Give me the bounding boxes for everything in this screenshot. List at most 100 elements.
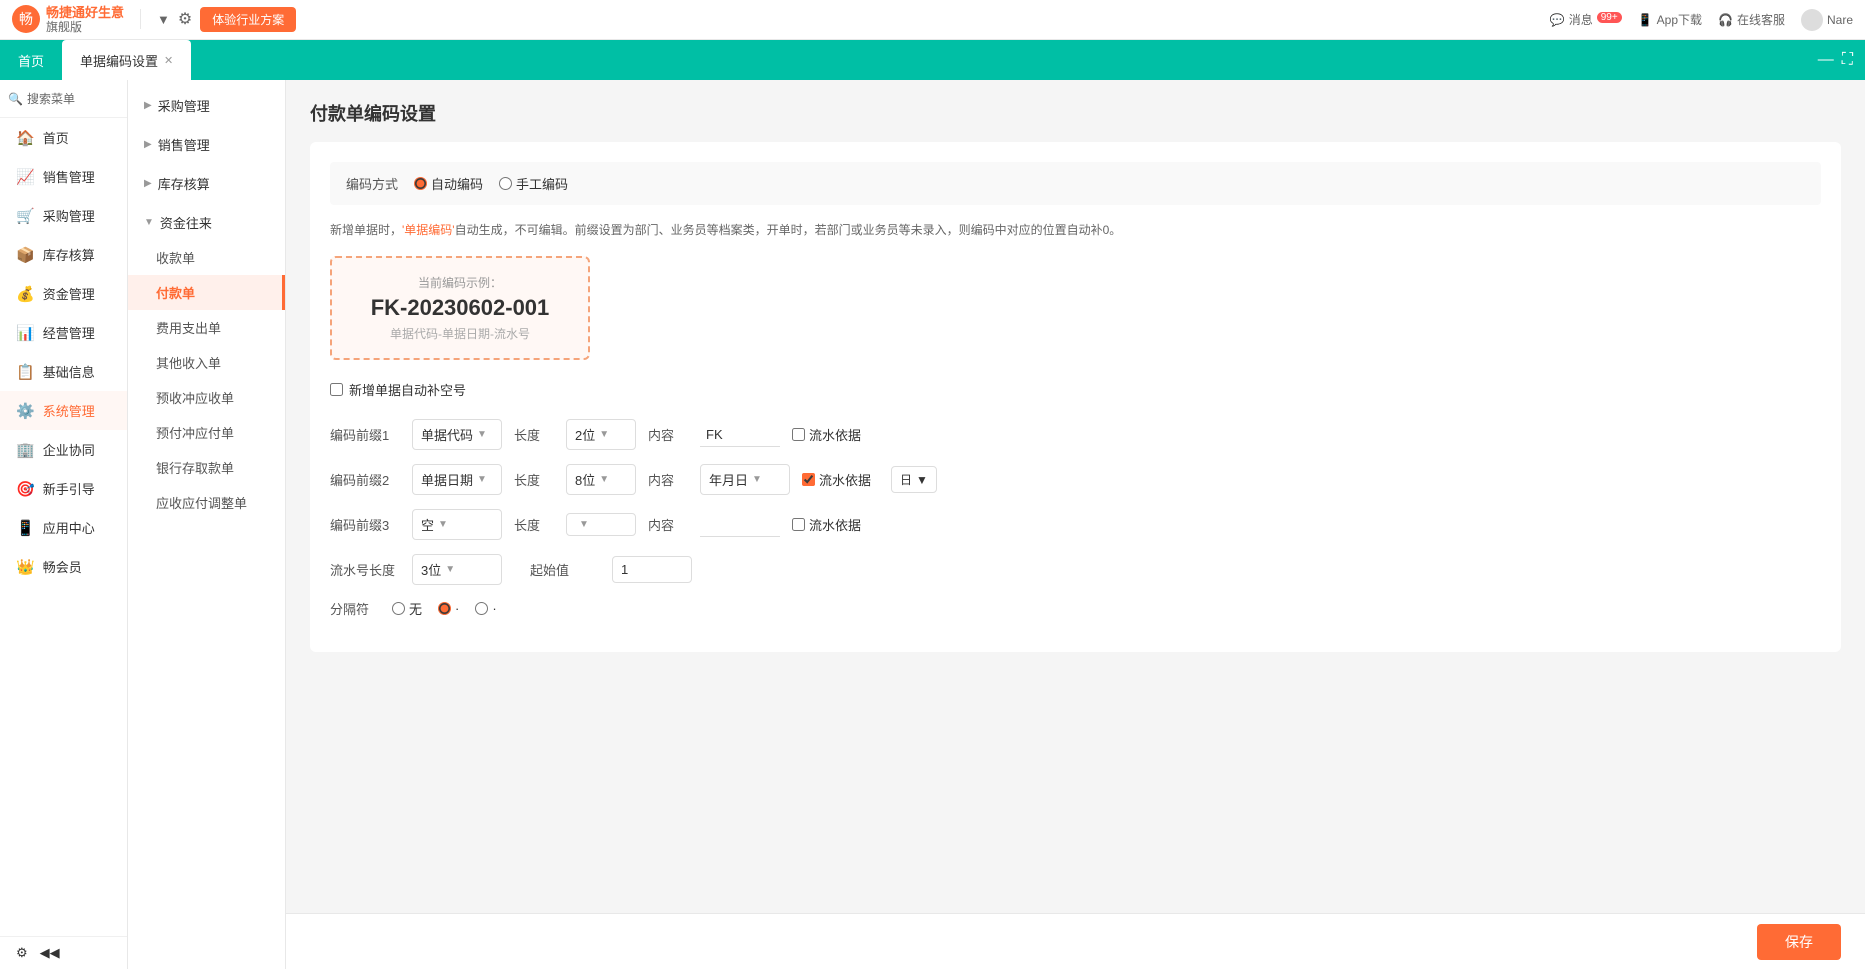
content1-input[interactable] bbox=[700, 423, 780, 447]
length1-select[interactable]: 2位 ▼ bbox=[566, 419, 636, 450]
prefix1-label: 编码前缀1 bbox=[330, 425, 400, 444]
minimize-icon[interactable]: — bbox=[1818, 51, 1834, 69]
serial-depend2[interactable]: 流水依据 bbox=[802, 470, 871, 489]
sub-item-adjustment[interactable]: 应收应付调整单 bbox=[128, 485, 285, 520]
separator-row: 分隔符 无 · · bbox=[330, 599, 1821, 618]
separator-dash-input[interactable] bbox=[438, 602, 451, 615]
info-text: 新增单据时，'单据编码'自动生成，不可编辑。前缀设置为部门、业务员等档案类，开单… bbox=[330, 221, 1821, 240]
sub-item-pre-collect[interactable]: 预收冲应收单 bbox=[128, 380, 285, 415]
inventory-icon: 📦 bbox=[16, 246, 35, 264]
sub-item-receipt[interactable]: 收款单 bbox=[128, 240, 285, 275]
start-value-label: 起始值 bbox=[530, 560, 600, 579]
sidebar-item-home[interactable]: 🏠 首页 bbox=[0, 118, 127, 157]
length3-label: 长度 bbox=[514, 515, 554, 534]
message-icon: 💬 bbox=[1550, 13, 1565, 27]
online-service-item[interactable]: 🎧 在线客服 bbox=[1718, 11, 1785, 28]
sidebar-item-basic[interactable]: 📋 基础信息 bbox=[0, 352, 127, 391]
content2-select[interactable]: 年月日 ▼ bbox=[700, 464, 790, 495]
separator-label: 分隔符 bbox=[330, 599, 380, 618]
sidebar-item-apps[interactable]: 📱 应用中心 bbox=[0, 508, 127, 547]
chevron-down-icon-5: ▼ bbox=[752, 474, 762, 485]
sidebar-item-system[interactable]: ⚙️ 系统管理 bbox=[0, 391, 127, 430]
sub-group-title-inventory[interactable]: ▶ 库存核算 bbox=[128, 166, 285, 201]
operation-icon: 📊 bbox=[16, 324, 35, 342]
day-select[interactable]: 日 ▼ bbox=[891, 466, 937, 493]
separator-dot-input[interactable] bbox=[475, 602, 488, 615]
sidebar-bottom: ⚙ ◀◀ bbox=[0, 936, 127, 969]
brand-logo: 畅 bbox=[12, 5, 40, 33]
separator-dash[interactable]: · bbox=[438, 601, 459, 616]
sidebar-search[interactable]: 🔍 搜索菜单 bbox=[0, 80, 127, 118]
serial-length-label: 流水号长度 bbox=[330, 560, 400, 579]
finance-icon: 💰 bbox=[16, 285, 35, 303]
prefix2-select[interactable]: 单据日期 ▼ bbox=[412, 464, 502, 495]
headset-icon: 🎧 bbox=[1718, 13, 1733, 27]
sub-group-title-sales[interactable]: ▶ 销售管理 bbox=[128, 127, 285, 162]
sidebar-item-member[interactable]: 👑 畅会员 bbox=[0, 547, 127, 586]
serial-length-select[interactable]: 3位 ▼ bbox=[412, 554, 502, 585]
tab-home[interactable]: 首页 bbox=[0, 40, 62, 80]
radio-manual-input[interactable] bbox=[499, 177, 512, 190]
guide-icon: 🎯 bbox=[16, 480, 35, 498]
content3-input[interactable] bbox=[700, 513, 780, 537]
brand-text: 畅捷通好生意 旗舰版 bbox=[46, 5, 124, 35]
radio-auto-input[interactable] bbox=[414, 177, 427, 190]
serial-depend3[interactable]: 流水依据 bbox=[792, 515, 861, 534]
app-download-item[interactable]: 📱 App下载 bbox=[1638, 11, 1702, 28]
separator-dot[interactable]: · bbox=[475, 601, 496, 616]
form-row-prefix3: 编码前缀3 空 ▼ 长度 ▼ 内容 流水依据 bbox=[330, 509, 1821, 540]
length3-select[interactable]: ▼ bbox=[566, 513, 636, 536]
sidebar-item-inventory[interactable]: 📦 库存核算 bbox=[0, 235, 127, 274]
settings-icon[interactable]: ⚙ bbox=[178, 9, 192, 29]
serial-depend1-checkbox[interactable] bbox=[792, 428, 805, 441]
separator-none-input[interactable] bbox=[392, 602, 405, 615]
tab-close-icon[interactable]: ✕ bbox=[164, 54, 173, 67]
autofill-checkbox[interactable] bbox=[330, 383, 343, 396]
tab-encode-settings[interactable]: 单据编码设置 ✕ bbox=[62, 40, 191, 80]
sub-item-expense[interactable]: 费用支出单 bbox=[128, 310, 285, 345]
maximize-icon[interactable]: ⛶ bbox=[1842, 51, 1853, 69]
collapse-icon[interactable]: ◀◀ bbox=[40, 945, 60, 961]
sub-group-title-purchase[interactable]: ▶ 采购管理 bbox=[128, 88, 285, 123]
sub-item-pre-pay[interactable]: 预付冲应付单 bbox=[128, 415, 285, 450]
sidebar-item-purchase[interactable]: 🛒 采购管理 bbox=[0, 196, 127, 235]
preview-sub: 单据代码-单据日期-流水号 bbox=[352, 325, 568, 342]
nav-dropdown[interactable]: ▼ bbox=[157, 12, 170, 27]
settings-bottom-icon[interactable]: ⚙ bbox=[16, 945, 28, 961]
message-badge: 99+ bbox=[1597, 12, 1622, 23]
prefix1-select[interactable]: 单据代码 ▼ bbox=[412, 419, 502, 450]
save-button[interactable]: 保存 bbox=[1757, 924, 1841, 960]
purchase-icon: 🛒 bbox=[16, 207, 35, 225]
separator-dot-char: · bbox=[492, 601, 496, 616]
separator-none[interactable]: 无 bbox=[392, 599, 422, 618]
try-btn[interactable]: 体验行业方案 bbox=[200, 7, 296, 32]
sidebar-item-guide[interactable]: 🎯 新手引导 bbox=[0, 469, 127, 508]
length2-select[interactable]: 8位 ▼ bbox=[566, 464, 636, 495]
start-value-input[interactable] bbox=[612, 556, 692, 583]
preview-value: FK-20230602-001 bbox=[352, 295, 568, 321]
prefix2-label: 编码前缀2 bbox=[330, 470, 400, 489]
separator-dash-char: · bbox=[455, 601, 459, 616]
sub-group-title-funds[interactable]: ▼ 资金往来 bbox=[128, 205, 285, 240]
message-item[interactable]: 💬 消息 99+ bbox=[1550, 11, 1622, 28]
encode-method-row: 编码方式 自动编码 手工编码 bbox=[330, 162, 1821, 205]
serial-depend1[interactable]: 流水依据 bbox=[792, 425, 861, 444]
sub-item-bank-deposit[interactable]: 银行存取款单 bbox=[128, 450, 285, 485]
sidebar-item-enterprise[interactable]: 🏢 企业协同 bbox=[0, 430, 127, 469]
sub-item-other-income[interactable]: 其他收入单 bbox=[128, 345, 285, 380]
apps-icon: 📱 bbox=[16, 519, 35, 537]
sidebar-item-operation[interactable]: 📊 经营管理 bbox=[0, 313, 127, 352]
system-icon: ⚙️ bbox=[16, 402, 35, 420]
sub-group-purchase: ▶ 采购管理 bbox=[128, 88, 285, 123]
sub-item-payment[interactable]: 付款单 bbox=[128, 275, 285, 310]
sidebar-item-finance[interactable]: 💰 资金管理 bbox=[0, 274, 127, 313]
chevron-down-icon-2: ▼ bbox=[599, 429, 609, 440]
radio-auto[interactable]: 自动编码 bbox=[414, 174, 483, 193]
sidebar-item-sales[interactable]: 📈 销售管理 bbox=[0, 157, 127, 196]
serial-depend3-checkbox[interactable] bbox=[792, 518, 805, 531]
serial-depend2-checkbox[interactable] bbox=[802, 473, 815, 486]
radio-manual[interactable]: 手工编码 bbox=[499, 174, 568, 193]
prefix3-select[interactable]: 空 ▼ bbox=[412, 509, 502, 540]
user-item[interactable]: Nare bbox=[1801, 9, 1853, 31]
content3-label: 内容 bbox=[648, 515, 688, 534]
